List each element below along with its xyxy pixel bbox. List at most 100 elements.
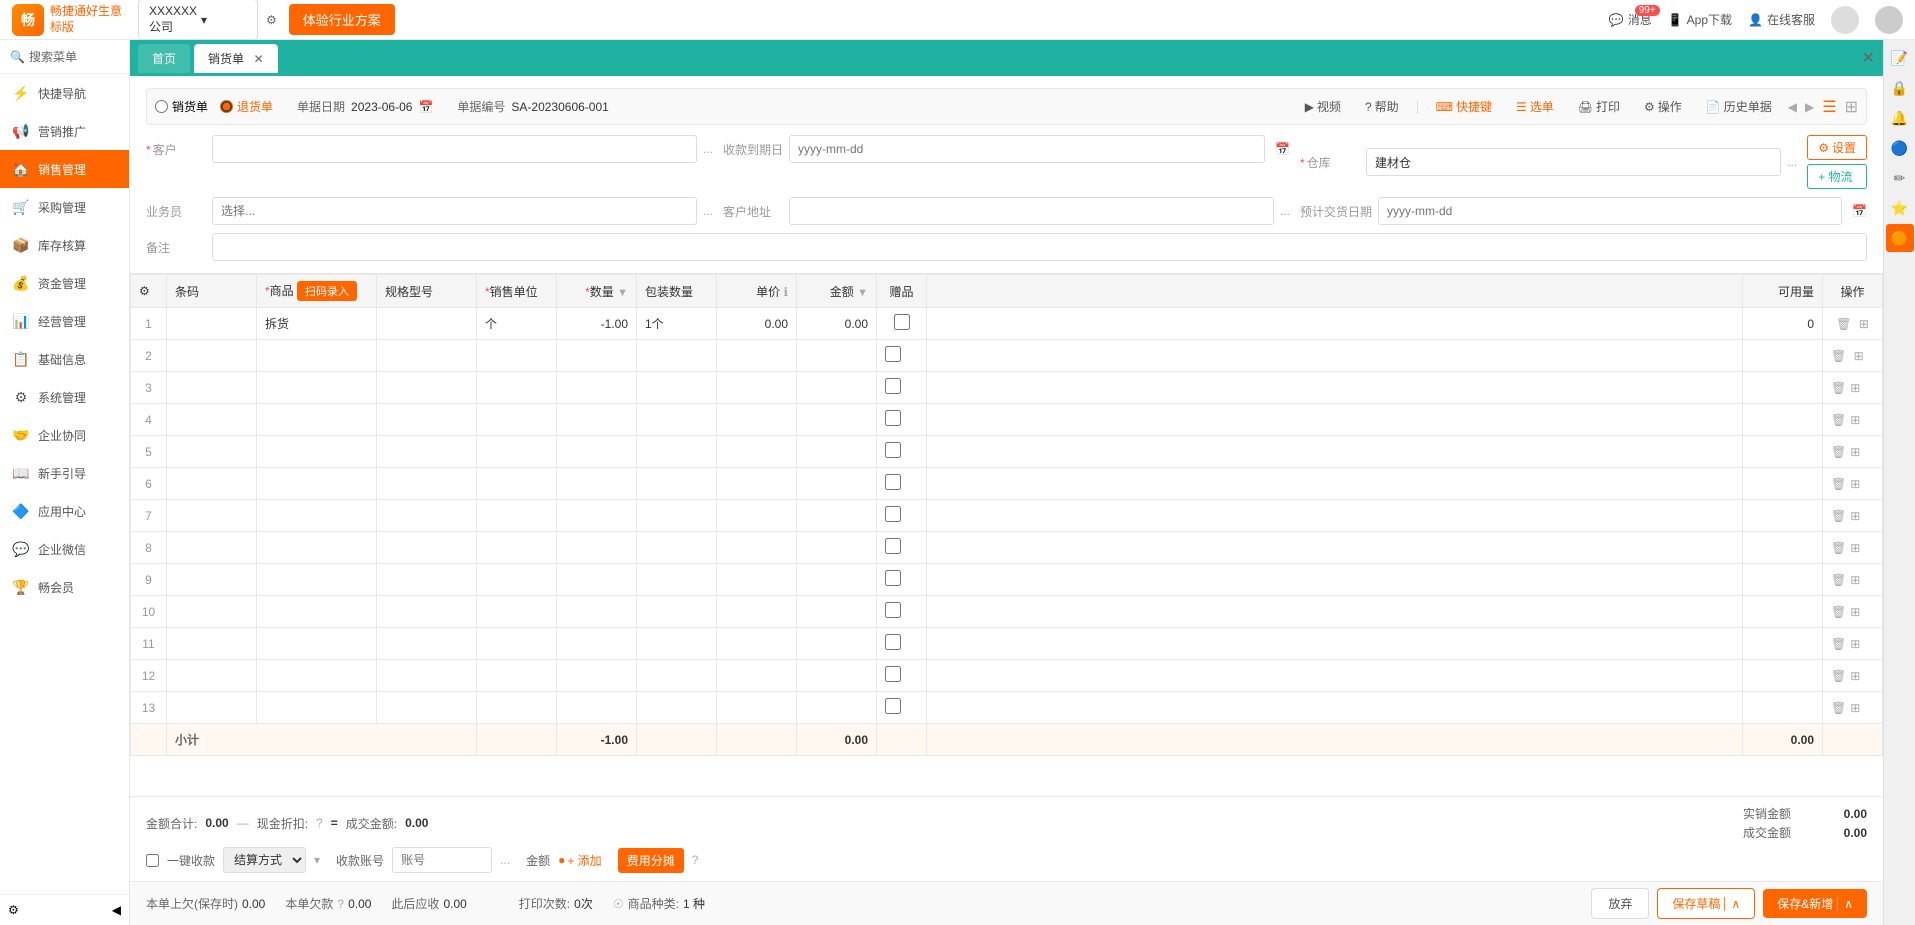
gift-checkbox[interactable] <box>885 666 901 682</box>
save-new-chevron[interactable]: ∧ <box>1837 897 1853 911</box>
cell-qty[interactable] <box>557 436 637 468</box>
customer-dots[interactable]: ... <box>703 142 713 156</box>
cell-spec[interactable] <box>377 628 477 660</box>
cell-qty[interactable] <box>557 340 637 372</box>
cell-product[interactable] <box>257 436 377 468</box>
cell-amount[interactable] <box>797 468 877 500</box>
cell-packqty[interactable] <box>637 532 717 564</box>
cell-qty[interactable] <box>557 532 637 564</box>
cell-unit[interactable] <box>477 596 557 628</box>
avatar2[interactable] <box>1875 6 1903 34</box>
cell-barcode[interactable] <box>167 564 257 596</box>
cell-product[interactable] <box>257 404 377 436</box>
cell-unit[interactable] <box>477 404 557 436</box>
sidebar-item-purchase[interactable]: 🛒 采购管理 <box>0 188 129 226</box>
cell-gift[interactable] <box>877 628 927 660</box>
cell-product[interactable] <box>257 564 377 596</box>
cell-price[interactable] <box>717 692 797 724</box>
salesperson-input[interactable] <box>212 197 697 225</box>
cell-qty[interactable] <box>557 404 637 436</box>
cell-qty[interactable] <box>557 500 637 532</box>
account-input[interactable] <box>392 847 492 873</box>
cell-spec[interactable] <box>377 500 477 532</box>
delete-icon[interactable]: 🗑 <box>1831 637 1846 651</box>
cell-product[interactable] <box>257 692 377 724</box>
cell-spec[interactable] <box>377 532 477 564</box>
cell-packqty[interactable] <box>637 436 717 468</box>
delete-icon[interactable]: 🗑 <box>1831 349 1846 363</box>
gift-checkbox[interactable] <box>885 602 901 618</box>
cell-product[interactable] <box>257 340 377 372</box>
cell-qty[interactable] <box>557 372 637 404</box>
gift-checkbox[interactable] <box>885 442 901 458</box>
cell-packqty[interactable] <box>637 660 717 692</box>
cell-amount[interactable] <box>797 660 877 692</box>
cell-unit[interactable] <box>477 692 557 724</box>
price-info-icon[interactable]: ℹ <box>783 285 788 299</box>
copy-icon[interactable]: ⊞ <box>1850 477 1860 491</box>
cell-price[interactable] <box>717 596 797 628</box>
copy-icon[interactable]: ⊞ <box>1850 445 1860 459</box>
sidebar-collapse-icon[interactable]: ◀ <box>112 903 121 917</box>
customer-input[interactable] <box>212 135 697 163</box>
cell-amount[interactable] <box>797 340 877 372</box>
due-date-cal-icon[interactable]: 📅 <box>1275 142 1290 156</box>
right-btn-star[interactable]: ⭐ <box>1886 194 1914 222</box>
toolbar-help-btn[interactable]: ? 帮助 <box>1357 95 1407 118</box>
cell-price[interactable] <box>717 468 797 500</box>
copy-icon[interactable]: ⊞ <box>1850 669 1860 683</box>
delete-icon[interactable]: 🗑 <box>1831 413 1846 427</box>
cell-gift[interactable] <box>877 500 927 532</box>
online-service-btn[interactable]: 👤 在线客服 <box>1748 11 1815 28</box>
cell-unit[interactable] <box>477 340 557 372</box>
cell-barcode[interactable] <box>167 340 257 372</box>
cell-packqty[interactable] <box>637 692 717 724</box>
cell-unit[interactable] <box>477 532 557 564</box>
gift-checkbox[interactable] <box>885 474 901 490</box>
cell-spec[interactable] <box>377 660 477 692</box>
onepay-checkbox[interactable] <box>146 854 159 867</box>
sidebar-item-inventory[interactable]: 📦 库存核算 <box>0 226 129 264</box>
cell-unit[interactable] <box>477 564 557 596</box>
cell-qty[interactable]: -1.00 <box>557 308 637 340</box>
right-btn-bell[interactable]: 🔔 <box>1886 104 1914 132</box>
salesperson-dots[interactable]: ... <box>703 204 713 218</box>
sidebar-item-member[interactable]: 🏆 畅会员 <box>0 568 129 606</box>
expected-date-input[interactable] <box>1378 197 1842 225</box>
delete-icon[interactable]: 🗑 <box>1831 445 1846 459</box>
cell-gift[interactable] <box>877 340 927 372</box>
prev-icon[interactable]: ◀ <box>1788 100 1797 114</box>
discard-btn[interactable]: 放弃 <box>1591 888 1649 919</box>
app-download-btn[interactable]: 📱 App下载 <box>1668 11 1732 28</box>
sidebar-item-capital[interactable]: 💰 资金管理 <box>0 264 129 302</box>
cell-amount[interactable] <box>797 596 877 628</box>
delete-icon[interactable]: 🗑 <box>1831 477 1846 491</box>
cell-spec[interactable] <box>377 596 477 628</box>
customer-addr-input[interactable] <box>789 197 1274 225</box>
cell-amount[interactable] <box>797 564 877 596</box>
cell-spec[interactable] <box>377 436 477 468</box>
cell-price[interactable] <box>717 436 797 468</box>
cell-packqty[interactable] <box>637 564 717 596</box>
delete-icon[interactable]: 🗑 <box>1831 669 1846 683</box>
cell-spec[interactable] <box>377 564 477 596</box>
cell-spec[interactable] <box>377 692 477 724</box>
cell-gift[interactable] <box>877 436 927 468</box>
toolbar-shortcut-btn[interactable]: ⌨ 快捷键 <box>1428 95 1500 118</box>
warehouse-input[interactable]: 建材仓 <box>1366 148 1781 176</box>
sidebar-item-guide[interactable]: 📖 新手引导 <box>0 454 129 492</box>
cell-price[interactable] <box>717 500 797 532</box>
cell-spec[interactable] <box>377 340 477 372</box>
cell-product[interactable] <box>257 660 377 692</box>
cell-product[interactable] <box>257 532 377 564</box>
scan-btn[interactable]: 扫码录入 <box>297 281 357 301</box>
cell-barcode[interactable] <box>167 404 257 436</box>
col-settings-icon[interactable]: ⚙ <box>139 284 150 298</box>
delete-icon[interactable]: 🗑 <box>1831 509 1846 523</box>
cell-gift[interactable] <box>877 532 927 564</box>
cell-gift[interactable] <box>877 564 927 596</box>
cell-price[interactable] <box>717 628 797 660</box>
cell-product[interactable] <box>257 500 377 532</box>
radio-sale-input[interactable] <box>155 100 168 113</box>
delete-icon[interactable]: 🗑 <box>1831 701 1846 715</box>
